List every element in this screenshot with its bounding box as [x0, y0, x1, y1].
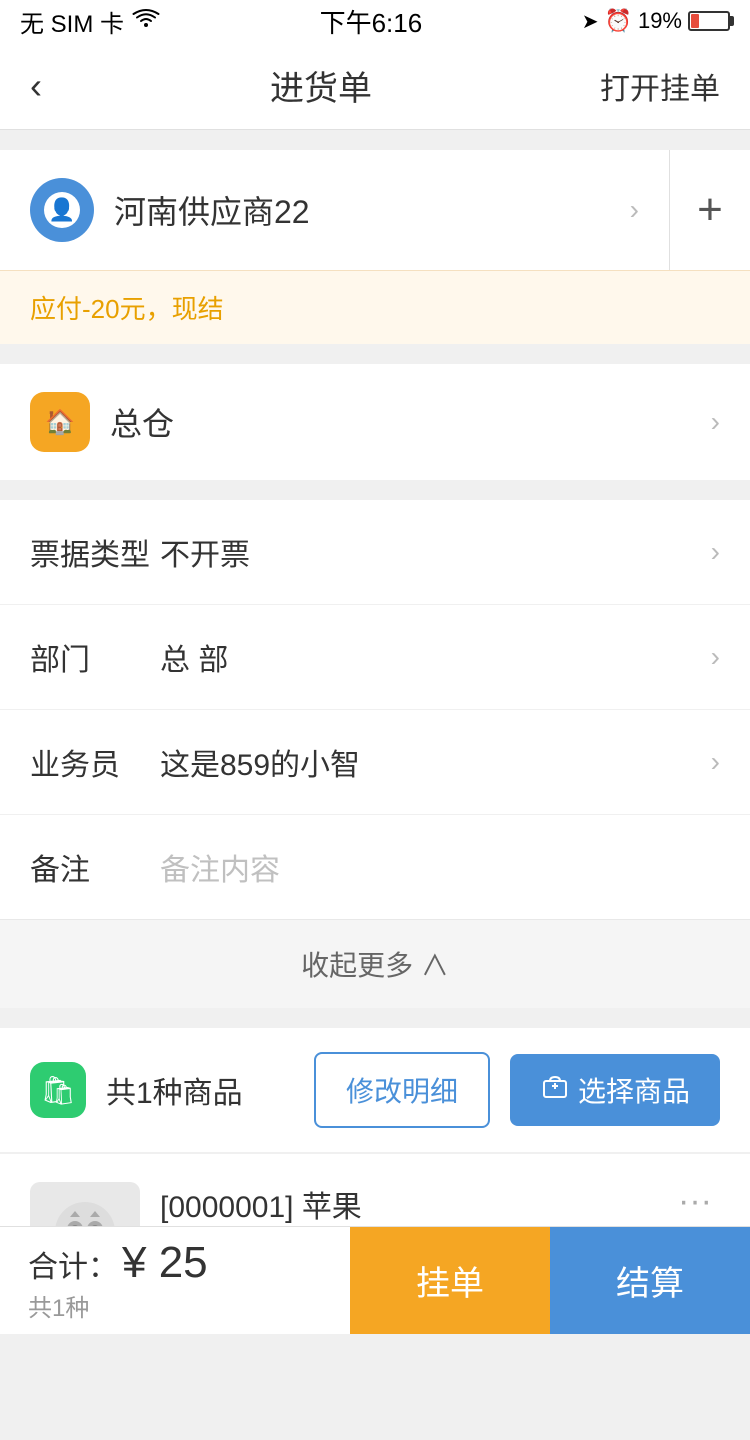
department-value: 总 部: [160, 635, 711, 679]
warehouse-icon: 🏠: [30, 392, 90, 452]
invoice-value: 不开票: [160, 530, 711, 574]
wifi-icon: [132, 7, 160, 35]
collapse-label: 收起更多 ∧: [301, 944, 449, 984]
warehouse-name: 总仓: [110, 399, 711, 445]
total-sub: 共1种: [28, 1288, 322, 1323]
products-header: 🛍 共1种商品 修改明细 选择商品: [0, 1028, 750, 1152]
select-product-button[interactable]: 选择商品: [510, 1054, 720, 1126]
remark-input[interactable]: 备注内容: [160, 845, 720, 889]
collapse-button[interactable]: 收起更多 ∧: [0, 919, 750, 1008]
checkout-button[interactable]: 结算: [550, 1227, 750, 1334]
add-supplier-button[interactable]: +: [670, 150, 750, 270]
invoice-label: 票据类型: [30, 530, 160, 574]
invoice-type-row[interactable]: 票据类型 不开票 ›: [0, 500, 750, 605]
form-section: 票据类型 不开票 › 部门 总 部 › 业务员 这是859的小智 › 备注 备注…: [0, 500, 750, 919]
status-time: 下午6:16: [320, 3, 423, 40]
chevron-right-icon: ›: [711, 406, 720, 438]
select-product-label: 选择商品: [578, 1070, 690, 1110]
department-label: 部门: [30, 635, 160, 679]
status-right: ➤ ⏰ 19%: [582, 8, 730, 34]
salesperson-row[interactable]: 业务员 这是859的小智 ›: [0, 710, 750, 815]
checkout-label: 结算: [616, 1256, 684, 1305]
products-icon: 🛍: [30, 1062, 86, 1118]
supplier-avatar: 👤: [30, 178, 94, 242]
remark-label: 备注: [30, 845, 160, 889]
more-options-button[interactable]: ···: [670, 1182, 720, 1221]
warehouse-section[interactable]: 🏠 总仓 ›: [0, 364, 750, 480]
chevron-right-icon: ›: [630, 194, 639, 226]
alarm-icon: ⏰: [605, 8, 632, 34]
back-button[interactable]: ‹: [30, 65, 42, 107]
cart-icon: [540, 1074, 570, 1106]
remark-row[interactable]: 备注 备注内容: [0, 815, 750, 919]
location-icon: ➤: [582, 9, 599, 34]
home-icon: 🏠: [45, 408, 75, 437]
total-label: 合计：: [28, 1242, 118, 1286]
products-count: 共1种商品: [106, 1068, 294, 1112]
chevron-right-icon: ›: [711, 536, 720, 568]
status-bar: 无 SIM 卡 下午6:16 ➤ ⏰ 19%: [0, 0, 750, 42]
department-row[interactable]: 部门 总 部 ›: [0, 605, 750, 710]
total-amount: ¥ 25: [122, 1238, 208, 1288]
alert-banner: 应付-20元，现结: [0, 270, 750, 344]
nav-bar: ‹ 进货单 打开挂单: [0, 42, 750, 130]
supplier-selector[interactable]: 👤 河南供应商22 ›: [0, 150, 670, 270]
footer-spacer: [0, 1320, 750, 1440]
supplier-section: 👤 河南供应商22 › +: [0, 150, 750, 270]
footer-total: 合计： ¥ 25 共1种: [0, 1227, 350, 1334]
open-suspend-button[interactable]: 打开挂单: [600, 64, 720, 108]
salesperson-label: 业务员: [30, 740, 160, 784]
edit-detail-button[interactable]: 修改明细: [314, 1052, 490, 1128]
carrier-label: 无 SIM 卡: [20, 4, 124, 39]
footer: 合计： ¥ 25 共1种 挂单 结算: [0, 1226, 750, 1334]
chevron-right-icon: ›: [711, 641, 720, 673]
bag-icon: 🛍: [40, 1074, 76, 1107]
person-icon: 👤: [48, 197, 75, 223]
product-title: 苹果: [302, 1191, 362, 1224]
battery-percent: 19%: [638, 8, 682, 34]
suspend-label: 挂单: [416, 1256, 484, 1305]
battery-icon: [688, 11, 730, 31]
page-title: 进货单: [270, 61, 372, 110]
product-name: [0000001] 苹果: [160, 1182, 650, 1226]
chevron-right-icon: ›: [711, 746, 720, 778]
status-left: 无 SIM 卡: [20, 4, 160, 39]
salesperson-value: 这是859的小智: [160, 740, 711, 784]
product-id: [0000001]: [160, 1191, 293, 1224]
suspend-button[interactable]: 挂单: [350, 1227, 550, 1334]
supplier-name: 河南供应商22: [114, 187, 630, 233]
